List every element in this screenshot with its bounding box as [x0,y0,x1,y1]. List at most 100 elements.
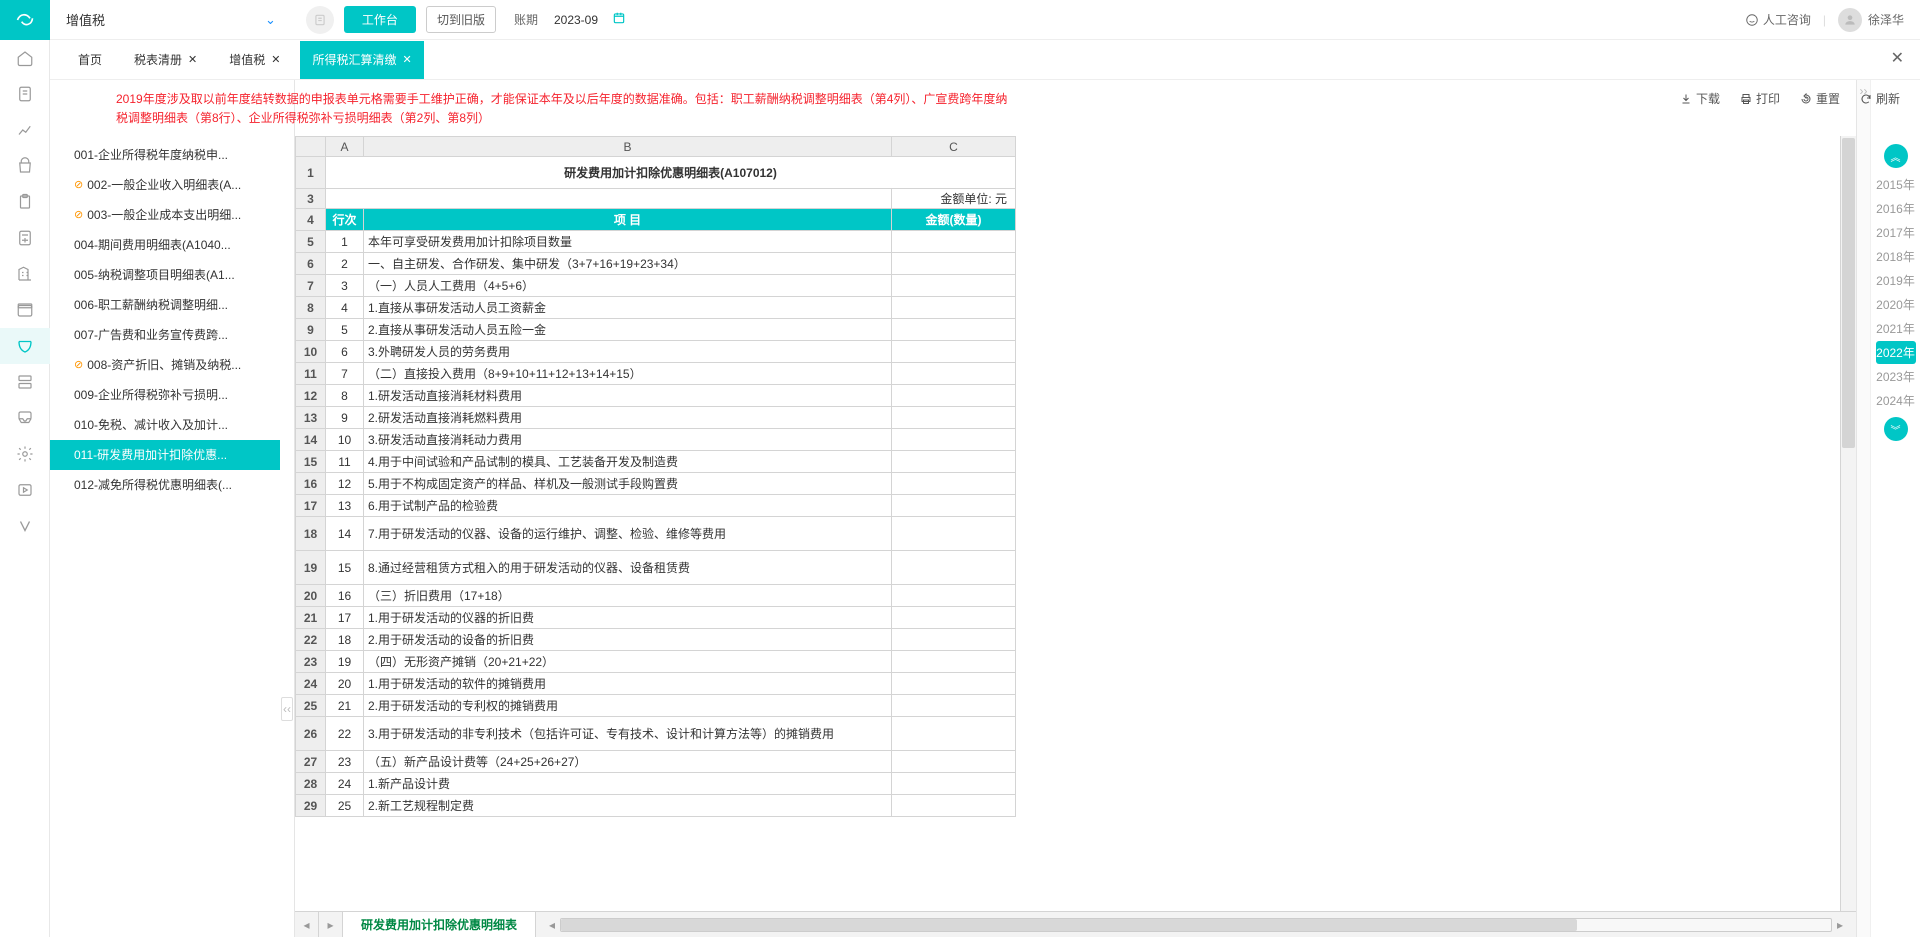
row-header[interactable]: 25 [296,695,326,717]
tree-item[interactable]: ⊘008-资产折旧、摊销及纳税... [50,350,280,380]
cell-amount[interactable] [892,651,1016,673]
year-scroll-up-icon[interactable]: ︽ [1884,144,1908,168]
row-header[interactable]: 22 [296,629,326,651]
cell-seq[interactable]: 20 [326,673,364,695]
tab-close-icon[interactable]: ✕ [188,53,197,66]
row-header[interactable]: 11 [296,363,326,385]
cell-amount[interactable] [892,407,1016,429]
cell-item[interactable]: 3.研发活动直接消耗动力费用 [364,429,892,451]
cell-amount[interactable] [892,473,1016,495]
row-header[interactable]: 5 [296,231,326,253]
cell-seq[interactable]: 6 [326,341,364,363]
row-header[interactable]: 23 [296,651,326,673]
close-all-tabs-icon[interactable]: ✕ [1891,48,1904,68]
cell-item[interactable]: 4.用于中间试验和产品试制的模具、工艺装备开发及制造费 [364,451,892,473]
cell-amount[interactable] [892,297,1016,319]
download-button[interactable]: 下载 [1680,90,1720,107]
cell-item[interactable]: 7.用于研发活动的仪器、设备的运行维护、调整、检验、维修等费用 [364,517,892,551]
tab[interactable]: 所得税汇算清缴✕ [300,41,423,79]
cell-seq[interactable]: 24 [326,773,364,795]
cell-amount[interactable] [892,673,1016,695]
print-button[interactable]: 打印 [1740,90,1780,107]
cell-item[interactable]: （一）人员人工费用（4+5+6） [364,275,892,297]
nav-chart-icon[interactable] [0,112,50,148]
nav-wallet-icon[interactable] [0,292,50,328]
cell-seq[interactable]: 19 [326,651,364,673]
year-button[interactable]: 2021年 [1876,317,1916,340]
cell-amount[interactable] [892,275,1016,297]
tree-item[interactable]: ⊘002-一般企业收入明细表(A... [50,170,280,200]
cell-amount[interactable] [892,551,1016,585]
row-header[interactable]: 14 [296,429,326,451]
year-button[interactable]: 2024年 [1876,389,1916,412]
switch-old-button[interactable]: 切到旧版 [426,6,496,33]
workbench-button[interactable]: 工作台 [344,6,416,33]
row-header[interactable]: 9 [296,319,326,341]
cell-seq[interactable]: 13 [326,495,364,517]
cell-seq[interactable]: 12 [326,473,364,495]
cell-amount[interactable] [892,629,1016,651]
tree-item[interactable]: 007-广告费和业务宣传费跨... [50,320,280,350]
cell-item[interactable]: 一、自主研发、合作研发、集中研发（3+7+16+19+23+34） [364,253,892,275]
row-header[interactable]: 27 [296,751,326,773]
cell-amount[interactable] [892,795,1016,817]
nav-home-icon[interactable] [0,40,50,76]
cell-amount[interactable] [892,773,1016,795]
cell-amount[interactable] [892,695,1016,717]
row-header[interactable]: 13 [296,407,326,429]
cell-item[interactable]: 5.用于不构成固定资产的样品、样机及一般测试手段购置费 [364,473,892,495]
cell-item[interactable]: 3.用于研发活动的非专利技术（包括许可证、专有技术、设计和计算方法等）的摊销费用 [364,717,892,751]
row-header[interactable]: 10 [296,341,326,363]
sheet-tab[interactable]: 研发费用加计扣除优惠明细表 [343,912,536,937]
cell-item[interactable]: 2.研发活动直接消耗燃料费用 [364,407,892,429]
nav-inbox-icon[interactable] [0,400,50,436]
col-header-b[interactable]: B [364,137,892,157]
cell-seq[interactable]: 11 [326,451,364,473]
cell-item[interactable]: 3.外聘研发人员的劳务费用 [364,341,892,363]
cell-seq[interactable]: 14 [326,517,364,551]
cell-amount[interactable] [892,385,1016,407]
cell-amount[interactable] [892,751,1016,773]
cell-item[interactable]: 2.用于研发活动的专利权的摊销费用 [364,695,892,717]
cell-seq[interactable]: 4 [326,297,364,319]
cell-seq[interactable]: 3 [326,275,364,297]
nav-v-icon[interactable] [0,508,50,544]
cell-amount[interactable] [892,585,1016,607]
cell-amount[interactable] [892,607,1016,629]
cell-item[interactable]: （五）新产品设计费等（24+25+26+27） [364,751,892,773]
cell-item[interactable]: （四）无形资产摊销（20+21+22） [364,651,892,673]
cell-seq[interactable]: 23 [326,751,364,773]
cell-amount[interactable] [892,253,1016,275]
tree-item[interactable]: 006-职工薪酬纳税调整明细... [50,290,280,320]
nav-clipboard-icon[interactable] [0,184,50,220]
collapse-tree-handle[interactable]: ‹‹ [280,80,294,937]
cell-item[interactable]: 2.直接从事研发活动人员五险一金 [364,319,892,341]
cell-amount[interactable] [892,717,1016,751]
cell-item[interactable]: 8.通过经营租赁方式租入的用于研发活动的仪器、设备租赁费 [364,551,892,585]
refresh-button[interactable]: 刷新 [1860,90,1900,107]
row-header[interactable]: 26 [296,717,326,751]
row-header[interactable]: 28 [296,773,326,795]
tree-item[interactable]: 005-纳税调整项目明细表(A1... [50,260,280,290]
row-header[interactable]: 12 [296,385,326,407]
cell-seq[interactable]: 15 [326,551,364,585]
cell-seq[interactable]: 25 [326,795,364,817]
row-header[interactable]: 24 [296,673,326,695]
tab[interactable]: 税表清册✕ [122,41,209,79]
nav-bag-icon[interactable] [0,148,50,184]
row-header[interactable]: 6 [296,253,326,275]
row-header[interactable]: 16 [296,473,326,495]
cell-amount[interactable] [892,341,1016,363]
cell-seq[interactable]: 21 [326,695,364,717]
year-button[interactable]: 2020年 [1876,293,1916,316]
cell-seq[interactable]: 18 [326,629,364,651]
nav-tax-icon[interactable] [0,328,50,364]
cell-item[interactable]: 2.用于研发活动的设备的折旧费 [364,629,892,651]
row-header[interactable]: 8 [296,297,326,319]
year-button[interactable]: 2016年 [1876,197,1916,220]
period-value[interactable]: 2023-09 [554,13,598,27]
cell-amount[interactable] [892,231,1016,253]
cell-seq[interactable]: 16 [326,585,364,607]
nav-settings-icon[interactable] [0,436,50,472]
nav-building-icon[interactable] [0,256,50,292]
